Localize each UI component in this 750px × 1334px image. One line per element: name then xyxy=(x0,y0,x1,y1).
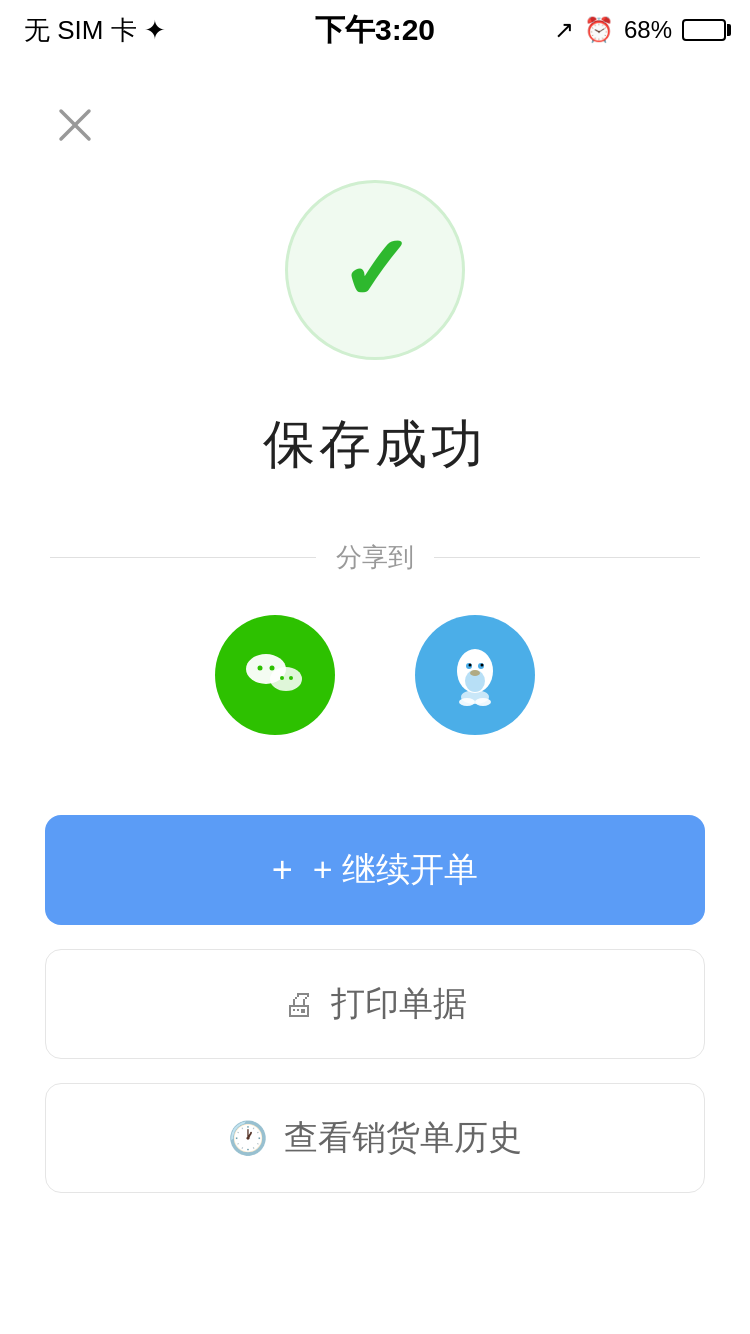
svg-point-14 xyxy=(469,664,472,667)
print-button[interactable]: 🖨 打印单据 xyxy=(45,949,705,1059)
success-title: 保存成功 xyxy=(263,410,487,480)
status-left: 无 SIM 卡 ✦ xyxy=(24,13,166,48)
wechat-icon xyxy=(239,639,311,711)
svg-point-11 xyxy=(475,698,491,706)
share-icons-row xyxy=(215,615,535,735)
status-time: 下午3:20 xyxy=(315,10,435,51)
share-label: 分享到 xyxy=(336,540,414,575)
svg-point-17 xyxy=(465,670,485,692)
svg-point-4 xyxy=(258,666,263,671)
battery-icon xyxy=(682,19,726,41)
checkmark-icon: ✓ xyxy=(338,225,413,315)
clock-icon: 🕐 xyxy=(228,1119,268,1157)
share-divider: 分享到 xyxy=(0,540,750,575)
battery-percent: 68% xyxy=(624,16,672,44)
sim-label: 无 SIM 卡 ✦ xyxy=(24,13,166,48)
svg-point-7 xyxy=(289,676,293,680)
success-circle: ✓ xyxy=(285,180,465,360)
history-button[interactable]: 🕐 查看销货单历史 xyxy=(45,1083,705,1193)
continue-label: + 继续开单 xyxy=(313,847,478,893)
qq-icon xyxy=(439,639,511,711)
svg-point-3 xyxy=(270,667,302,691)
alarm-icon: ⏰ xyxy=(584,16,614,44)
share-section: 分享到 xyxy=(0,540,750,735)
plus-icon: + xyxy=(272,849,293,891)
qq-share-button[interactable] xyxy=(415,615,535,735)
main-content: ✓ 保存成功 分享到 xyxy=(0,60,750,1334)
svg-point-15 xyxy=(481,664,484,667)
location-icon: ↗ xyxy=(554,16,574,44)
continue-button[interactable]: + + 继续开单 xyxy=(45,815,705,925)
wechat-share-button[interactable] xyxy=(215,615,335,735)
close-icon xyxy=(57,107,93,143)
print-icon: 🖨 xyxy=(283,986,315,1023)
svg-point-6 xyxy=(280,676,284,680)
actions-section: + + 继续开单 🖨 打印单据 🕐 查看销货单历史 xyxy=(45,815,705,1193)
status-right: ↗ ⏰ 68% xyxy=(554,16,726,44)
status-bar: 无 SIM 卡 ✦ 下午3:20 ↗ ⏰ 68% xyxy=(0,0,750,60)
close-button[interactable] xyxy=(50,100,100,150)
history-label: 查看销货单历史 xyxy=(284,1115,522,1161)
svg-point-5 xyxy=(270,666,275,671)
print-label: 打印单据 xyxy=(331,981,467,1027)
divider-line-right xyxy=(434,557,700,558)
svg-point-10 xyxy=(459,698,475,706)
divider-line-left xyxy=(50,557,316,558)
